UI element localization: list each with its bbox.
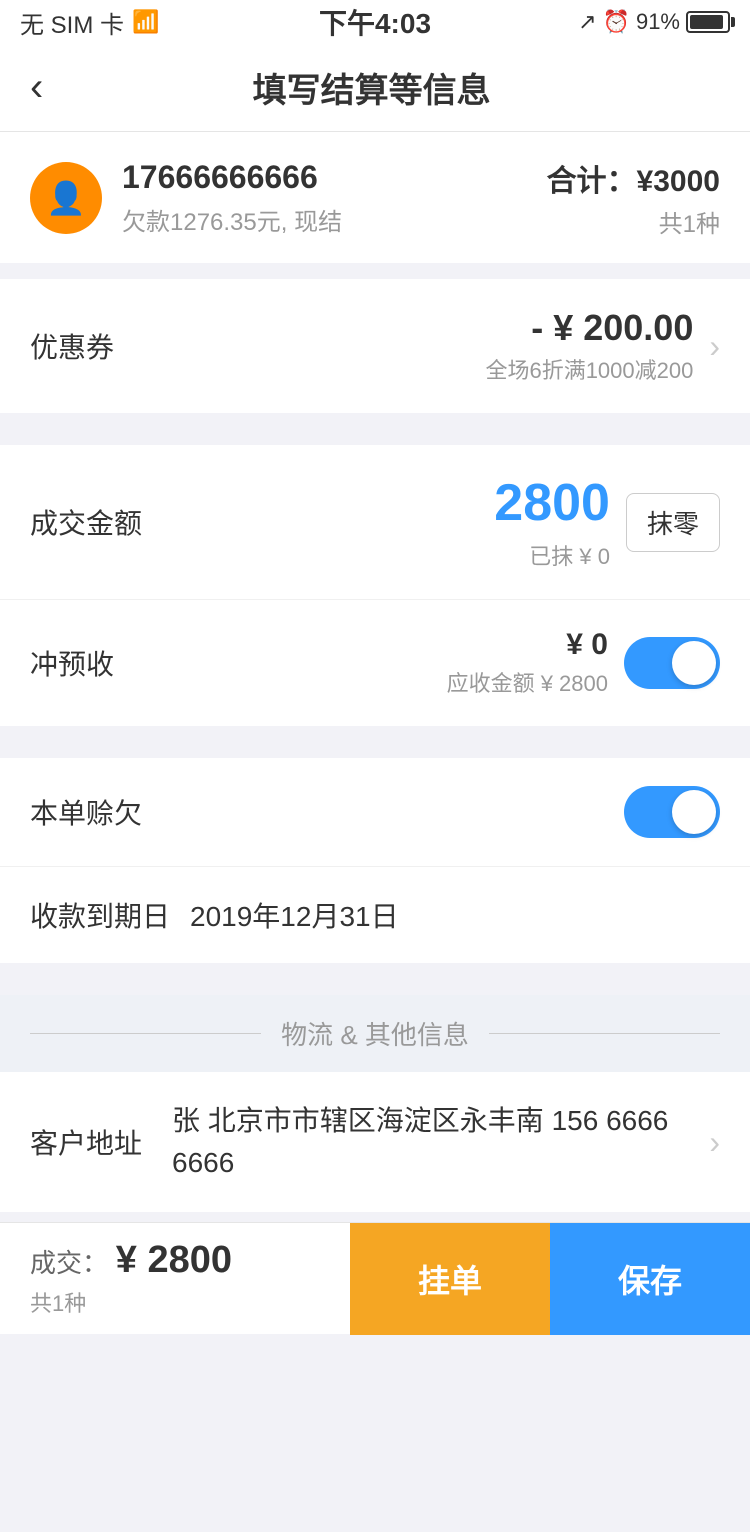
coupon-chevron-icon: ›: [709, 328, 720, 365]
due-date-row: 收款到期日 2019年12月31日: [0, 867, 750, 963]
deal-value-block: 2800 已抹 ¥ 0: [494, 473, 610, 571]
coupon-row[interactable]: 优惠券 - ¥ 200.00 全场6折满1000减200 ›: [0, 279, 750, 413]
wifi-icon: 📶: [132, 9, 159, 35]
deal-amount-row: 成交金额 2800 已抹 ¥ 0 抹零: [0, 445, 750, 600]
save-button[interactable]: 保存: [550, 1223, 750, 1335]
bottom-bar: 成交： ¥ 2800 共1种 挂单 保存: [0, 1222, 750, 1334]
hang-button-label: 挂单: [418, 1256, 482, 1302]
address-chevron-icon: ›: [709, 1124, 720, 1161]
coupon-section: 优惠券 - ¥ 200.00 全场6折满1000减200 ›: [0, 279, 750, 413]
status-right: ↗ ⏰ 91%: [578, 9, 730, 35]
bottom-summary: 成交： ¥ 2800 共1种: [0, 1239, 350, 1318]
deal-amount-section: 成交金额 2800 已抹 ¥ 0 抹零 冲预收 ¥ 0 应收金额 ¥ 2800: [0, 445, 750, 726]
page-title: 填写结算等信息: [63, 63, 680, 112]
deal-value: 2800: [494, 473, 610, 533]
status-left: 无 SIM 卡 📶: [20, 5, 159, 40]
deal-sub: 已抹 ¥ 0: [494, 539, 610, 571]
coupon-amount: - ¥ 200.00: [485, 307, 693, 349]
header-line-right: [489, 1033, 720, 1034]
alarm-icon: ⏰: [603, 9, 630, 35]
address-row[interactable]: 客户地址 张 北京市市辖区海淀区永丰南 156 6666 6666 ›: [0, 1072, 750, 1212]
prepay-row: 冲预收 ¥ 0 应收金额 ¥ 2800: [0, 600, 750, 726]
debit-section: 本单赊欠 收款到期日 2019年12月31日: [0, 758, 750, 963]
location-icon: ↗: [578, 9, 596, 35]
customer-info: 17666666666 欠款1276.35元, 现结: [122, 159, 342, 237]
nav-bar: ‹ 填写结算等信息: [0, 44, 750, 132]
logistics-section-header: 物流 & 其他信息: [0, 995, 750, 1072]
debit-row: 本单赊欠: [0, 758, 750, 867]
battery-icon: [686, 11, 730, 33]
avatar-icon: 👤: [46, 179, 86, 217]
battery-percent: 91%: [636, 9, 680, 35]
coupon-amount-block: - ¥ 200.00 全场6折满1000减200: [485, 307, 693, 385]
debit-toggle[interactable]: [624, 786, 720, 838]
round-button[interactable]: 抹零: [626, 493, 720, 552]
debit-label: 本单赊欠: [30, 792, 142, 832]
prepay-sub: 应收金额 ¥ 2800: [447, 666, 608, 698]
divider-1: [0, 429, 750, 445]
status-time: 下午4:03: [319, 2, 431, 42]
save-button-label: 保存: [618, 1256, 682, 1302]
section-header-text: 物流 & 其他信息: [281, 1015, 469, 1052]
back-button[interactable]: ‹: [30, 65, 43, 110]
coupon-label: 优惠券: [30, 326, 114, 366]
prepay-block: ¥ 0 应收金额 ¥ 2800: [447, 628, 608, 698]
address-value: 张 北京市市辖区海淀区永丰南 156 6666 6666: [172, 1100, 709, 1184]
total-value: 合计：¥3000: [547, 156, 720, 200]
total-count: 共1种: [547, 204, 720, 239]
bottom-deal-label: 成交：: [30, 1248, 108, 1278]
debit-right: [624, 786, 720, 838]
bottom-deal-amount: ¥ 2800: [116, 1239, 232, 1281]
customer-left: 👤 17666666666 欠款1276.35元, 现结: [30, 159, 342, 237]
prepay-right: ¥ 0 应收金额 ¥ 2800: [447, 628, 720, 698]
divider-3: [0, 979, 750, 995]
customer-phone: 17666666666: [122, 159, 342, 196]
coupon-desc: 全场6折满1000减200: [485, 353, 693, 385]
divider-2: [0, 742, 750, 758]
customer-sub-text: 欠款1276.35元, 现结: [122, 202, 342, 237]
customer-card: 👤 17666666666 欠款1276.35元, 现结 合计：¥3000 共1…: [0, 132, 750, 263]
prepay-amount: ¥ 0: [447, 628, 608, 662]
due-date-value: 2019年12月31日: [190, 895, 399, 935]
debit-toggle-knob: [672, 790, 716, 834]
avatar: 👤: [30, 162, 102, 234]
hang-button[interactable]: 挂单: [350, 1223, 550, 1335]
status-bar: 无 SIM 卡 📶 下午4:03 ↗ ⏰ 91%: [0, 0, 750, 44]
prepay-toggle[interactable]: [624, 637, 720, 689]
due-date-label: 收款到期日: [30, 895, 170, 935]
address-label: 客户地址: [30, 1122, 142, 1162]
header-line-left: [30, 1033, 261, 1034]
deal-amount-right: 2800 已抹 ¥ 0 抹零: [494, 473, 720, 571]
prepay-toggle-knob: [672, 641, 716, 685]
deal-amount-label: 成交金额: [30, 502, 142, 542]
prepay-label: 冲预收: [30, 643, 114, 683]
coupon-right: - ¥ 200.00 全场6折满1000减200 ›: [485, 307, 720, 385]
bottom-deal-count: 共1种: [30, 1286, 320, 1318]
customer-total: 合计：¥3000 共1种: [547, 156, 720, 239]
bottom-deal-line: 成交： ¥ 2800: [30, 1239, 320, 1282]
carrier-text: 无 SIM 卡: [20, 5, 124, 40]
